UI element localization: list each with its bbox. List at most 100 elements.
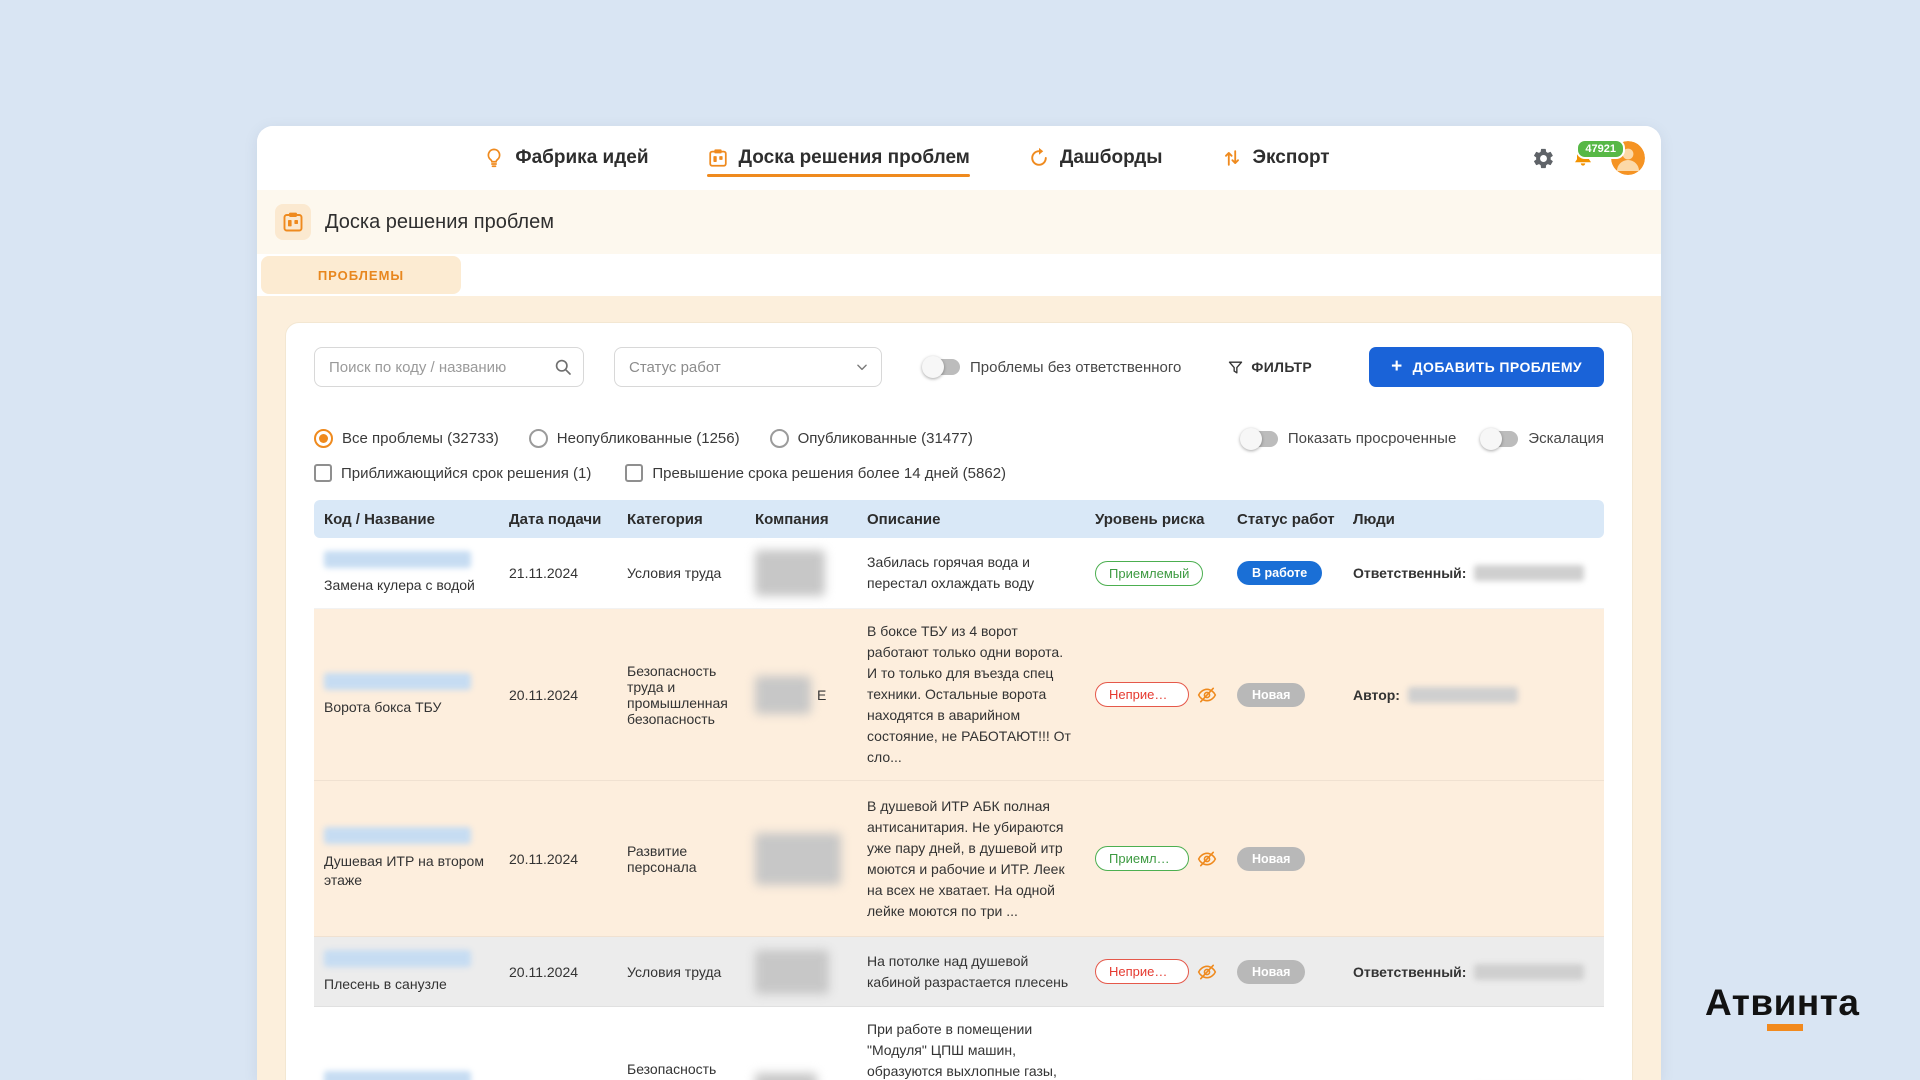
redacted-company-logo — [755, 950, 829, 994]
search-input[interactable] — [329, 359, 553, 376]
redacted-company-logo — [755, 833, 841, 885]
table-row[interactable]: Плесень в санузле 20.11.2024 Условия тру… — [314, 937, 1604, 1007]
table-row[interactable]: Замена кулера с водой 21.11.2024 Условия… — [314, 538, 1604, 609]
redacted-person-name — [1408, 687, 1518, 703]
table-row[interactable]: Душевая ИТР на втором этаже 20.11.2024 Р… — [314, 781, 1604, 937]
col-header: Дата подачи — [499, 511, 617, 528]
company-cell — [745, 938, 857, 1006]
problem-name: Замена кулера с водой — [324, 576, 489, 595]
redacted-person-name — [1474, 964, 1584, 980]
nav-right-controls: 47921 — [1532, 141, 1651, 175]
filters-right: Показать просроченные Эскалация — [1242, 430, 1604, 447]
redacted-company-logo — [755, 1073, 817, 1080]
col-header: Компания — [745, 511, 857, 528]
date-cell: 20.11.2024 — [499, 675, 617, 715]
risk-cell: Приемлемый — [1085, 549, 1227, 598]
risk-cell: Приемлемый — [1085, 1068, 1227, 1080]
code-name-cell: Замена кулера с водой — [314, 539, 499, 607]
table-row[interactable]: Ворота бокса ТБУ 20.11.2024 Безопасность… — [314, 609, 1604, 781]
atvinta-logo-text: Атвинта — [1705, 982, 1859, 1023]
date-cell: 20.11.2024 — [499, 1073, 617, 1080]
nav-item-label: Фабрика идей — [515, 147, 648, 169]
radio-label: Неопубликованные (1256) — [557, 430, 740, 447]
no-responsible-toggle[interactable] — [924, 359, 960, 375]
nav-menu: Фабрика идей Доска решения проблем Дашбо… — [281, 137, 1532, 179]
filter-label: ФИЛЬТР — [1251, 359, 1312, 375]
checkbox-label: Превышение срока решения более 14 дней (… — [652, 465, 1006, 482]
date-cell: 20.11.2024 — [499, 952, 617, 992]
description-cell: При работе в помещении "Модуля" ЦПШ маши… — [857, 1007, 1085, 1080]
search-icon[interactable] — [553, 357, 573, 377]
page-header: Доска решения проблем — [257, 190, 1661, 254]
checkbox-approaching-deadline[interactable]: Приближающийся срок решения (1) — [314, 464, 591, 482]
chevron-down-icon — [855, 360, 869, 374]
escalation-toggle[interactable] — [1482, 431, 1518, 447]
atvinta-logo: Атвинта — [1705, 982, 1859, 1024]
company-cell — [745, 1061, 857, 1080]
code-name-cell: Ворота бокса ТБУ — [314, 661, 499, 729]
nav-item-dashboards[interactable]: Дашборды — [1028, 137, 1163, 179]
radio-icon — [770, 429, 789, 448]
radio-all-problems[interactable]: Все проблемы (32733) — [314, 429, 499, 448]
radio-label: Опубликованные (31477) — [798, 430, 973, 447]
company-cell — [745, 821, 857, 897]
filter-button[interactable]: ФИЛЬТР — [1227, 359, 1312, 376]
plus-icon: + — [1391, 356, 1403, 378]
table-header-row: Код / Название Дата подачи Категория Ком… — [314, 500, 1604, 538]
nav-item-label: Доска решения проблем — [739, 147, 970, 169]
people-label: Ответственный: — [1353, 964, 1466, 980]
logo-underline — [1767, 1024, 1803, 1031]
nav-item-problem-board[interactable]: Доска решения проблем — [707, 137, 970, 179]
radio-icon — [529, 429, 548, 448]
nav-item-export[interactable]: Экспорт — [1221, 137, 1330, 179]
people-cell: Ответственный: — [1343, 1073, 1604, 1080]
status-badge: В работе — [1237, 561, 1322, 585]
radio-unpublished[interactable]: Неопубликованные (1256) — [529, 429, 740, 448]
checkbox-row: Приближающийся срок решения (1) Превышен… — [314, 464, 1604, 482]
top-navigation: Фабрика идей Доска решения проблем Дашбо… — [257, 126, 1661, 190]
show-overdue-label: Показать просроченные — [1288, 430, 1456, 447]
people-label: Автор: — [1353, 687, 1400, 703]
code-name-cell: Душевая ИТР на втором этаже — [314, 815, 499, 902]
checkbox-label: Приближающийся срок решения (1) — [341, 465, 591, 482]
escalation-toggle-group: Эскалация — [1482, 430, 1604, 447]
radio-published[interactable]: Опубликованные (31477) — [770, 429, 973, 448]
show-overdue-toggle-group: Показать просроченные — [1242, 430, 1456, 447]
add-problem-button[interactable]: + ДОБАВИТЬ ПРОБЛЕМУ — [1369, 347, 1604, 387]
radio-icon — [314, 429, 333, 448]
redacted-code — [324, 551, 471, 568]
show-overdue-toggle[interactable] — [1242, 431, 1278, 447]
table-row[interactable]: Невозможно дышать.... 20.11.2024 Безопас… — [314, 1007, 1604, 1080]
risk-cell: Приемлемый — [1085, 834, 1227, 883]
page-title: Доска решения проблем — [325, 211, 554, 234]
date-cell: 20.11.2024 — [499, 839, 617, 879]
category-cell: Развитие персонала — [617, 831, 745, 887]
problem-name: Плесень в санузле — [324, 975, 489, 994]
no-responsible-label: Проблемы без ответственного — [970, 359, 1181, 376]
risk-cell: Неприемлем... — [1085, 670, 1227, 719]
toggle-knob — [1480, 428, 1502, 450]
checkbox-overdue-14-days[interactable]: Превышение срока решения более 14 дней (… — [625, 464, 1006, 482]
nav-item-label: Экспорт — [1253, 147, 1330, 169]
code-name-cell: Плесень в санузле — [314, 938, 499, 1006]
risk-badge: Неприемлем... — [1095, 682, 1189, 707]
redacted-code — [324, 950, 471, 967]
date-cell: 21.11.2024 — [499, 553, 617, 593]
people-cell: Автор: — [1343, 675, 1604, 715]
status-cell: Новая — [1227, 1069, 1343, 1080]
lightbulb-icon — [483, 147, 505, 169]
gear-icon[interactable] — [1532, 147, 1555, 170]
description-cell: В душевой ИТР АБК полная антисанитария. … — [857, 784, 1085, 934]
nav-item-idea-factory[interactable]: Фабрика идей — [483, 137, 648, 179]
description-cell: Забилась горячая вода и перестал охлажда… — [857, 540, 1085, 606]
eye-off-icon — [1197, 962, 1217, 982]
risk-badge: Приемлемый — [1095, 561, 1203, 586]
redacted-company-logo — [755, 550, 825, 596]
company-visible-letter: Е — [817, 687, 826, 703]
col-header: Описание — [857, 511, 1085, 528]
redacted-code — [324, 827, 471, 844]
col-header: Категория — [617, 511, 745, 528]
tab-problems[interactable]: ПРОБЛЕМЫ — [261, 256, 461, 294]
status-select[interactable]: Статус работ — [614, 347, 882, 387]
toggle-knob — [1240, 428, 1262, 450]
